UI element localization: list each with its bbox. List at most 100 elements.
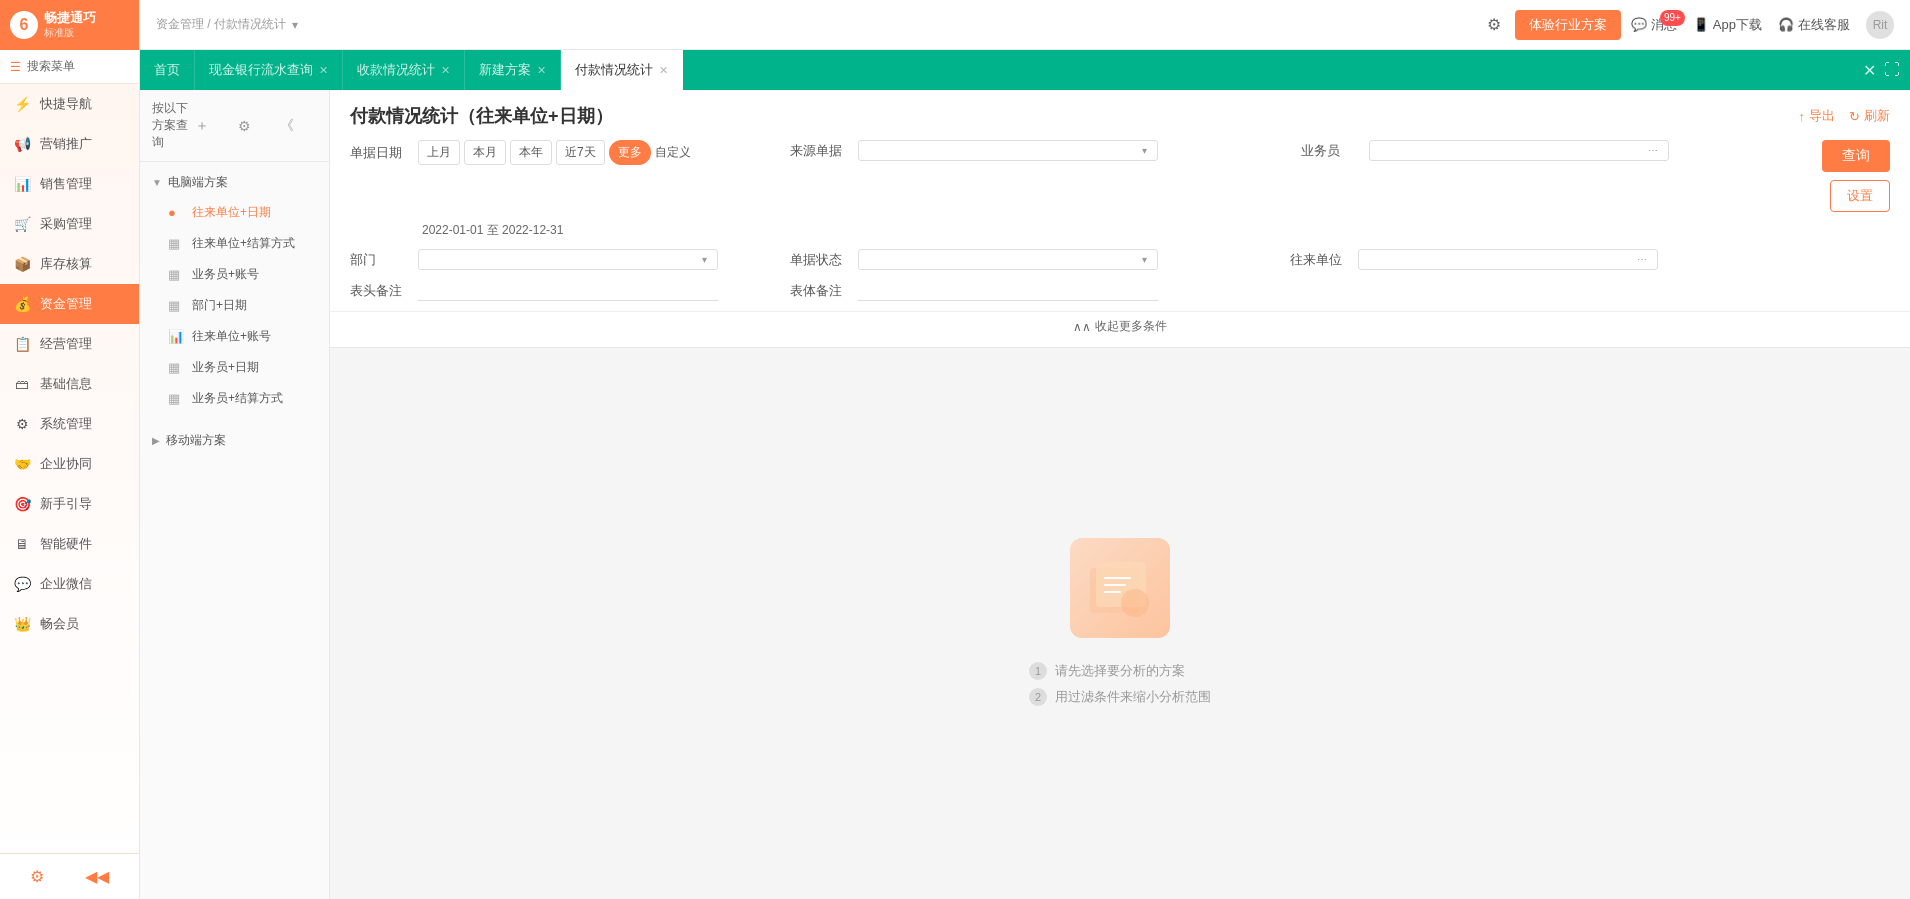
mobile-section-header[interactable]: ▶ 移动端方案	[140, 426, 329, 455]
sidebar-item-marketing[interactable]: 📢 营销推广	[0, 124, 139, 164]
body-note-label: 表体备注	[790, 282, 850, 300]
source-select[interactable]: ▾	[858, 140, 1158, 161]
export-button[interactable]: ↑ 导出	[1799, 107, 1836, 125]
svg-point-2	[1121, 589, 1149, 617]
related-unit-select[interactable]: ⋯	[1358, 249, 1658, 270]
body-note-input[interactable]	[858, 280, 1158, 301]
plan-staff-account[interactable]: ▦ 业务员+账号	[140, 259, 329, 290]
doc-status-select[interactable]: ▾	[858, 249, 1158, 270]
settings-plan-icon[interactable]: ⚙	[238, 118, 275, 134]
date-label: 单据日期	[350, 144, 410, 162]
tab-fullscreen-btn[interactable]: ⛶	[1884, 61, 1900, 79]
empty-illustration	[1070, 538, 1170, 638]
sidebar-item-wechat[interactable]: 💬 企业微信	[0, 564, 139, 604]
action-buttons: 查询 设置	[1812, 140, 1890, 212]
tab-close-receivable[interactable]: ✕	[441, 64, 450, 77]
setting-button[interactable]: 设置	[1830, 180, 1890, 212]
last-month-btn[interactable]: 上月	[418, 140, 460, 165]
sidebar-item-purchase[interactable]: 🛒 采购管理	[0, 204, 139, 244]
collapse-filter-btn[interactable]: ∧∧ 收起更多条件	[330, 312, 1910, 341]
header-note-input[interactable]	[418, 280, 718, 301]
sidebar-item-inventory[interactable]: 📦 库存核算	[0, 244, 139, 284]
tabbar: 首页 现金银行流水查询 ✕ 收款情况统计 ✕ 新建方案 ✕ 付款情况统计 ✕ ✕…	[140, 50, 1910, 90]
sidebar-item-guide[interactable]: 🎯 新手引导	[0, 484, 139, 524]
app-download-btn[interactable]: 📱 App下载	[1693, 16, 1762, 34]
sidebar-item-operation[interactable]: 📋 经营管理	[0, 324, 139, 364]
tab-bank-flow[interactable]: 现金银行流水查询 ✕	[195, 50, 343, 90]
purchase-icon: 🛒	[12, 214, 32, 234]
collapse-panel-icon[interactable]: 《	[280, 117, 317, 135]
sidebar-item-member[interactable]: 👑 畅会员	[0, 604, 139, 644]
custom-date-label: 自定义	[655, 144, 691, 161]
desktop-arrow-icon: ▼	[152, 177, 162, 188]
app-download-icon: 📱	[1693, 17, 1709, 32]
this-month-btn[interactable]: 本月	[464, 140, 506, 165]
plan-unit-settle[interactable]: ▦ 往来单位+结算方式	[140, 228, 329, 259]
breadcrumb-arrow: ▾	[292, 18, 298, 32]
plan-staff-date[interactable]: ▦ 业务员+日期	[140, 352, 329, 383]
plan-icon-1: ▦	[168, 236, 184, 252]
doc-status-arrow-icon: ▾	[1142, 254, 1147, 265]
tab-new-plan[interactable]: 新建方案 ✕	[465, 50, 561, 90]
sidebar-item-basic-info[interactable]: 🗃 基础信息	[0, 364, 139, 404]
add-plan-icon[interactable]: ＋	[195, 117, 232, 135]
last-7-days-btn[interactable]: 近7天	[556, 140, 605, 165]
online-service-btn[interactable]: 🎧 在线客服	[1778, 16, 1850, 34]
topbar-gear-icon[interactable]: ⚙	[1483, 11, 1505, 38]
collapse-sidebar-btn[interactable]: ◀◀	[85, 867, 109, 886]
tab-close-payment-stat[interactable]: ✕	[659, 64, 668, 77]
staff-select[interactable]: ⋯	[1369, 140, 1669, 161]
empty-tip-1: 1 请先选择要分析的方案	[1029, 658, 1211, 684]
smart-hw-icon: 🖥	[12, 534, 32, 554]
source-select-arrow-icon: ▾	[1142, 145, 1147, 156]
tab-close-new-plan[interactable]: ✕	[537, 64, 546, 77]
refresh-button[interactable]: ↻ 刷新	[1849, 107, 1890, 125]
desktop-plan-section: ▼ 电脑端方案 ● 往来单位+日期 ▦ 往来单位+结算方式 ▦ 业务员+账号 ▦	[140, 162, 329, 420]
empty-tip-2: 2 用过滤条件来缩小分析范围	[1029, 684, 1211, 710]
tab-home[interactable]: 首页	[140, 50, 195, 90]
date-filter-btns: 上月 本月 本年 近7天 更多 自定义	[418, 140, 691, 165]
sidebar-item-smart-hw[interactable]: 🖥 智能硬件	[0, 524, 139, 564]
member-icon: 👑	[12, 614, 32, 634]
plan-icon-5: ▦	[168, 360, 184, 376]
try-industry-plan-button[interactable]: 体验行业方案	[1515, 10, 1621, 40]
this-year-btn[interactable]: 本年	[510, 140, 552, 165]
sidebar-item-quick-nav[interactable]: ⚡ 快捷导航	[0, 84, 139, 124]
refresh-icon: ↻	[1849, 109, 1860, 124]
cooperation-icon: 🤝	[12, 454, 32, 474]
sidebar-search[interactable]: ☰ 搜索菜单	[0, 50, 139, 84]
sidebar-item-finance[interactable]: 💰 资金管理	[0, 284, 139, 324]
right-panel: 付款情况统计（往来单位+日期） ↑ 导出 ↻ 刷新	[330, 90, 1910, 899]
dept-select[interactable]: ▾	[418, 249, 718, 270]
left-panel-header: 按以下方案查询 ＋ ⚙ 《	[140, 90, 329, 162]
wechat-icon: 💬	[12, 574, 32, 594]
plan-dept-date[interactable]: ▦ 部门+日期	[140, 290, 329, 321]
sidebar-item-cooperation[interactable]: 🤝 企业协同	[0, 444, 139, 484]
source-label: 来源单据	[790, 142, 850, 160]
sidebar-item-sales[interactable]: 📊 销售管理	[0, 164, 139, 204]
plan-icon-4: 📊	[168, 329, 184, 345]
query-button[interactable]: 查询	[1822, 140, 1890, 172]
export-icon: ↑	[1799, 109, 1806, 124]
message-badge: 99+	[1660, 10, 1685, 26]
tab-close-all-btn[interactable]: ✕	[1863, 61, 1876, 80]
sidebar-item-system[interactable]: ⚙ 系统管理	[0, 404, 139, 444]
desktop-section-header[interactable]: ▼ 电脑端方案	[140, 168, 329, 197]
plan-icon-2: ▦	[168, 267, 184, 283]
finance-icon: 💰	[12, 294, 32, 314]
tab-payment-stat[interactable]: 付款情况统计 ✕	[561, 50, 683, 90]
more-dates-btn[interactable]: 更多	[609, 140, 651, 165]
plan-staff-settle[interactable]: ▦ 业务员+结算方式	[140, 383, 329, 414]
tab-close-bank-flow[interactable]: ✕	[319, 64, 328, 77]
message-btn[interactable]: 💬 消息 99+	[1631, 16, 1677, 34]
tab-receivable[interactable]: 收款情况统计 ✕	[343, 50, 465, 90]
page-title: 付款情况统计（往来单位+日期）	[350, 104, 613, 128]
settings-bottom-btn[interactable]: ⚙	[30, 867, 44, 886]
left-panel: 按以下方案查询 ＋ ⚙ 《 ▼ 电脑端方案 ● 往来单位+日期 ▦ 往来单位+结…	[140, 90, 330, 899]
plan-unit-date[interactable]: ● 往来单位+日期	[140, 197, 329, 228]
breadcrumb: 资金管理 / 付款情况统计 ▾	[156, 16, 1473, 33]
user-avatar[interactable]: Rit	[1866, 11, 1894, 39]
sidebar: 6 畅捷通巧 标准版 ☰ 搜索菜单 ⚡ 快捷导航 📢 营销推广 📊 销售管理 🛒…	[0, 0, 140, 899]
main-area: 资金管理 / 付款情况统计 ▾ ⚙ 体验行业方案 💬 消息 99+ 📱 App下…	[140, 0, 1910, 899]
plan-unit-account[interactable]: 📊 往来单位+账号	[140, 321, 329, 352]
